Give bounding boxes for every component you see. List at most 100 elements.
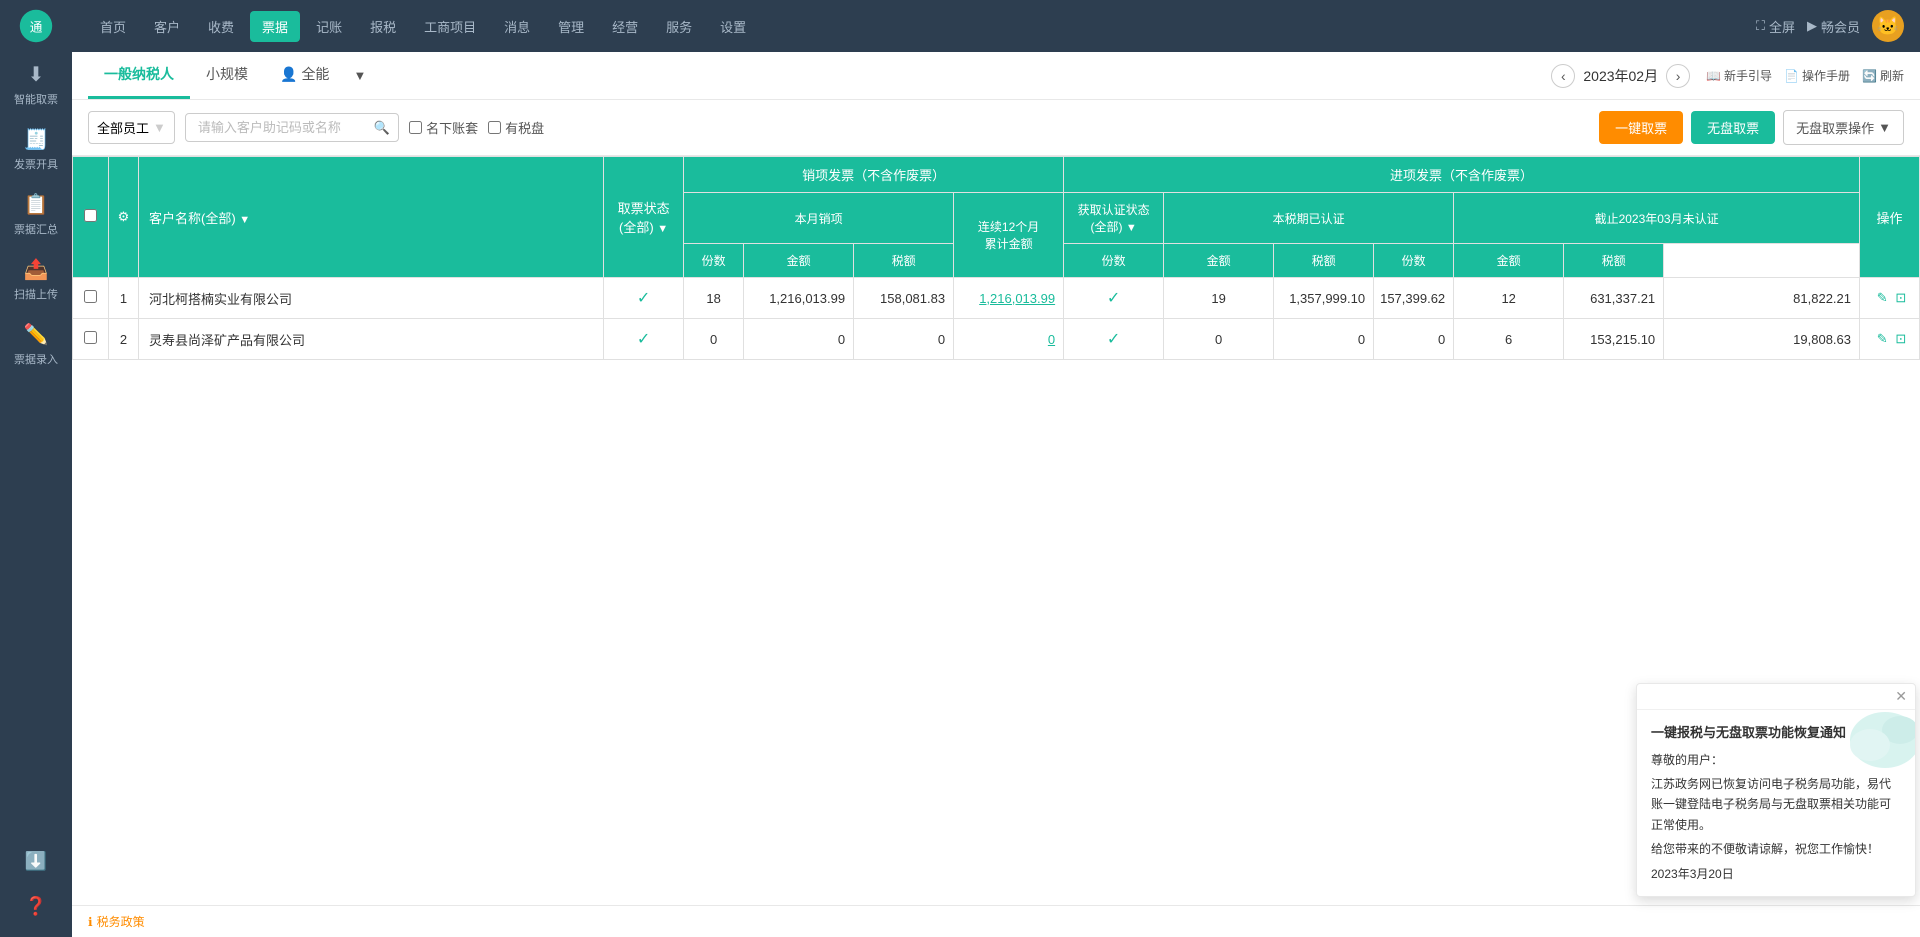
sidebar-item-issue-invoice[interactable]: 🧾 发票开具 — [0, 117, 72, 182]
no-disk-fetch-btn[interactable]: 无盘取票 — [1691, 111, 1775, 144]
nav-customers[interactable]: 客户 — [142, 11, 192, 42]
row-index-1: 1 — [120, 291, 127, 306]
sidebar-bottom-download[interactable]: ⬇️ — [0, 843, 72, 880]
customer-name-2: 灵寿县尚泽矿产品有限公司 — [149, 333, 305, 348]
employee-filter[interactable]: 全部员工 ▼ — [88, 111, 175, 144]
tax-disk-label: 有税盘 — [505, 118, 544, 137]
nav-billing[interactable]: 收费 — [196, 11, 246, 42]
purchase-unconf-amount-2: 153,215.10 — [1590, 332, 1655, 347]
tab-all[interactable]: 👤 全能 — [264, 52, 345, 99]
date-navigation: ‹ 2023年02月 › — [1551, 64, 1690, 88]
purchase-confirm-status-icon-1: ✓ — [1107, 290, 1120, 307]
nav-home[interactable]: 首页 — [88, 11, 138, 42]
nav-operation[interactable]: 经营 — [600, 11, 650, 42]
nav-bookkeeping[interactable]: 记账 — [304, 11, 354, 42]
offline-accounts-checkbox-wrap[interactable]: 名下账套 — [409, 118, 478, 137]
sidebar-item-scan-upload[interactable]: 📤 扫描上传 — [0, 247, 72, 312]
fetch-status-filter-icon[interactable]: ▼ — [657, 223, 668, 235]
subtab-more-btn[interactable]: ▼ — [345, 56, 374, 95]
col-purchase-conf-amount: 金额 — [1164, 244, 1274, 278]
date-prev-btn[interactable]: ‹ — [1551, 64, 1575, 88]
search-icon[interactable]: 🔍 — [374, 120, 390, 136]
tab-small-scale[interactable]: 小规模 — [190, 52, 264, 99]
download-icon: ⬇️ — [25, 851, 47, 872]
fullscreen-btn[interactable]: ⛶ 全屏 — [1756, 17, 1795, 36]
col-sales-group: 销项发票（不含作废票） — [684, 157, 1064, 193]
row-checkbox-2[interactable] — [84, 331, 97, 344]
col-purchase-unconf-amount: 金额 — [1454, 244, 1564, 278]
chevron-down-icon: ▼ — [353, 68, 366, 83]
sidebar-item-label-invoice-summary: 票据汇总 — [14, 221, 58, 237]
tax-disk-checkbox[interactable] — [488, 121, 501, 134]
table-body: 1 河北柯搭楠实业有限公司 ✓ 18 1,216,013.99 — [73, 278, 1920, 360]
customer-filter-icon[interactable]: ▼ — [239, 214, 250, 226]
row-checkbox-1[interactable] — [84, 290, 97, 303]
refresh-icon: 🔄 — [1862, 69, 1877, 83]
date-prev-icon: ‹ — [1561, 68, 1566, 84]
status-info-icon: ℹ — [88, 915, 93, 929]
fetch-confirm-filter-icon[interactable]: ▼ — [1126, 222, 1137, 234]
nav-service[interactable]: 服务 — [654, 11, 704, 42]
avatar[interactable]: 🐱 — [1872, 10, 1904, 42]
status-text[interactable]: 税务政策 — [97, 913, 145, 930]
op-view-1[interactable]: ⊡ — [1895, 290, 1906, 305]
sales-12m-2[interactable]: 0 — [1048, 332, 1055, 347]
settings-icon[interactable]: ⚙ — [118, 209, 130, 224]
avatar-icon: 🐱 — [1877, 16, 1899, 37]
subtabs-bar: 一般纳税人 小规模 👤 全能 ▼ ‹ 2023年02月 › — [72, 52, 1920, 100]
manual-icon: 📄 — [1784, 69, 1799, 83]
tax-disk-checkbox-wrap[interactable]: 有税盘 — [488, 118, 544, 137]
sidebar-bottom-help[interactable]: ❓ — [0, 888, 72, 925]
no-disk-ops-btn[interactable]: 无盘取票操作 ▼ — [1783, 110, 1904, 145]
op-edit-1[interactable]: ✎ — [1877, 290, 1888, 305]
op-view-2[interactable]: ⊡ — [1895, 331, 1906, 346]
sales-12m-1[interactable]: 1,216,013.99 — [979, 291, 1055, 306]
sidebar-item-invoice-summary[interactable]: 📋 票据汇总 — [0, 182, 72, 247]
no-disk-ops-label: 无盘取票操作 — [1796, 118, 1874, 137]
member-label: 畅会员 — [1821, 17, 1860, 36]
tab-general-taxpayer[interactable]: 一般纳税人 — [88, 52, 190, 99]
offline-accounts-checkbox[interactable] — [409, 121, 422, 134]
nav-manage[interactable]: 管理 — [546, 11, 596, 42]
nav-invoice[interactable]: 票据 — [250, 11, 300, 42]
col-purchase-conf-count: 份数 — [1064, 244, 1164, 278]
sales-tax-2: 0 — [938, 332, 945, 347]
nav-message[interactable]: 消息 — [492, 11, 542, 42]
purchase-unconf-count-1: 12 — [1501, 291, 1515, 306]
sidebar-logo: 通 — [0, 0, 72, 52]
col-purchase-conf-tax: 税额 — [1274, 244, 1374, 278]
purchase-conf-count-1: 19 — [1211, 291, 1225, 306]
select-all-checkbox[interactable] — [84, 209, 97, 222]
manual-btn[interactable]: 📄 操作手册 — [1784, 67, 1850, 84]
help-icon: ❓ — [25, 896, 47, 917]
search-input[interactable] — [194, 114, 374, 141]
notification-close-btn[interactable]: ✕ — [1895, 688, 1907, 705]
status-bar: ℹ 税务政策 — [72, 905, 1920, 937]
member-icon: ▶ — [1807, 18, 1817, 34]
sidebar-item-data-entry[interactable]: ✏️ 票据录入 — [0, 312, 72, 377]
sidebar-item-smart-fetch[interactable]: ⬇ 智能取票 — [0, 52, 72, 117]
new-guide-icon: 📖 — [1706, 69, 1721, 83]
nav-settings[interactable]: 设置 — [708, 11, 758, 42]
refresh-btn[interactable]: 🔄 刷新 — [1862, 67, 1904, 84]
date-next-icon: › — [1676, 68, 1681, 84]
one-click-fetch-btn[interactable]: 一键取票 — [1599, 111, 1683, 144]
nav-business[interactable]: 工商项目 — [412, 11, 488, 42]
nav-tax[interactable]: 报税 — [358, 11, 408, 42]
col-sales-amount: 金额 — [744, 244, 854, 278]
issue-invoice-icon: 🧾 — [24, 127, 49, 152]
op-edit-2[interactable]: ✎ — [1877, 331, 1888, 346]
topnav-right: ⛶ 全屏 ▶ 畅会员 🐱 — [1756, 10, 1904, 42]
member-btn[interactable]: ▶ 畅会员 — [1807, 17, 1860, 36]
sidebar-item-label-smart-fetch: 智能取票 — [14, 91, 58, 107]
new-guide-btn[interactable]: 📖 新手引导 — [1706, 67, 1772, 84]
tab-all-icon: 👤 — [280, 66, 297, 83]
date-next-btn[interactable]: › — [1666, 64, 1690, 88]
invoice-table: ⚙ 客户名称(全部) ▼ 取票状态(全部) ▼ 销项发票（不含作废票） 进项发票… — [72, 156, 1920, 360]
sidebar-item-label-data-entry: 票据录入 — [14, 351, 58, 367]
notification-date: 2023年3月20日 — [1651, 864, 1901, 884]
filter-selected-value: 全部员工 — [97, 118, 149, 137]
purchase-conf-amount-1: 1,357,999.10 — [1289, 291, 1365, 306]
filter-dropdown-icon: ▼ — [153, 120, 166, 135]
row-index-2: 2 — [120, 332, 127, 347]
